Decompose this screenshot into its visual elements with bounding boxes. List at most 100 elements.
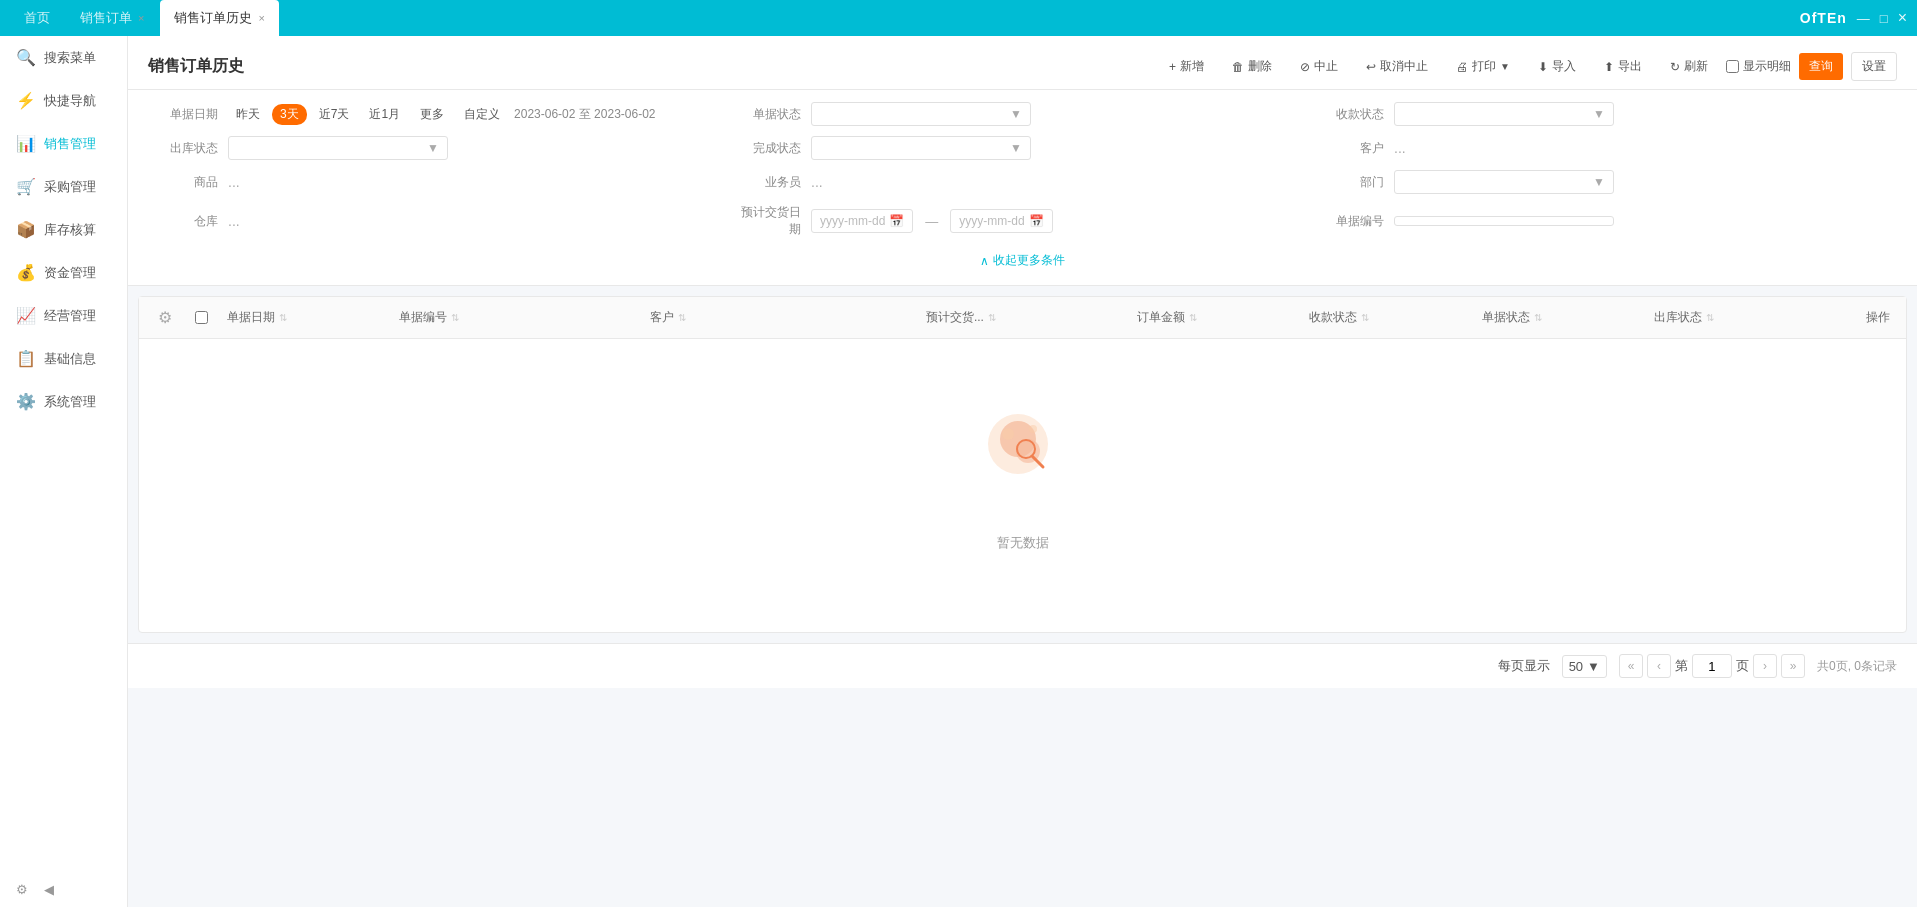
th-delivery[interactable]: 预计交货... ⇅ (918, 309, 1129, 326)
close-btn[interactable]: × (1898, 9, 1907, 27)
last-page-btn[interactable]: » (1781, 654, 1805, 678)
add-button[interactable]: + 新增 (1159, 53, 1214, 80)
complete-status-select[interactable]: ▼ (811, 136, 1031, 160)
delete-button[interactable]: 🗑 删除 (1222, 53, 1282, 80)
print-button[interactable]: 🖨 打印 ▼ (1446, 53, 1520, 80)
filter-row-3: 商品 ... 业务员 ... 部门 ▼ (148, 170, 1897, 194)
doc-status-select[interactable]: ▼ (811, 102, 1031, 126)
stop-icon: ⊘ (1300, 60, 1310, 74)
tab-sales-order[interactable]: 销售订单 × (66, 0, 158, 36)
filter-row-1: 单据日期 昨天 3天 近7天 近1月 更多 自定义 2023-06-02 至 2… (148, 102, 1897, 126)
sidebar-item-purchase-mgmt[interactable]: 🛒 采购管理 (0, 165, 127, 208)
refresh-label: 刷新 (1684, 58, 1708, 75)
sidebar-item-sales-mgmt[interactable]: 📊 销售管理 (0, 122, 127, 165)
stop-button[interactable]: ⊘ 中止 (1290, 53, 1348, 80)
doc-number-input[interactable] (1394, 216, 1614, 226)
delivery-date-to-value: yyyy-mm-dd (959, 214, 1024, 228)
th-delivery-label: 预计交货... (926, 309, 984, 326)
sidebar-item-system-mgmt[interactable]: ⚙️ 系统管理 (0, 380, 127, 423)
filter-area: 单据日期 昨天 3天 近7天 近1月 更多 自定义 2023-06-02 至 2… (128, 90, 1917, 286)
purchase-mgmt-icon: 🛒 (16, 177, 36, 196)
th-stock[interactable]: 出库状态 ⇅ (1646, 309, 1818, 326)
th-date-label: 单据日期 (227, 309, 275, 326)
tab-sales-order-history[interactable]: 销售订单历史 × (160, 0, 278, 36)
prev-page-btn[interactable]: ‹ (1647, 654, 1671, 678)
customer-label: 客户 (1314, 140, 1394, 157)
date-tab-today[interactable]: 昨天 (228, 104, 268, 125)
sidebar-item-search-menu[interactable]: 🔍 搜索菜单 (0, 36, 127, 79)
empty-illustration (973, 399, 1073, 518)
topbar-right: OfTEn — □ × (1790, 9, 1907, 27)
payment-status-label: 收款状态 (1314, 106, 1394, 123)
complete-status-filter: ▼ (811, 136, 1314, 160)
th-amount[interactable]: 订单金额 ⇅ (1129, 309, 1301, 326)
minimize-btn[interactable]: — (1857, 11, 1870, 26)
sidebar-settings-icon[interactable]: ⚙ (16, 882, 28, 897)
print-chevron-icon: ▼ (1500, 61, 1510, 72)
first-page-btn[interactable]: « (1619, 654, 1643, 678)
cancel-stop-label: 取消中止 (1380, 58, 1428, 75)
date-tab-3days[interactable]: 3天 (272, 104, 307, 125)
date-tab-custom[interactable]: 自定义 (456, 104, 508, 125)
th-status-label: 单据状态 (1482, 309, 1530, 326)
collapse-more-btn[interactable]: ∧ 收起更多条件 (148, 248, 1897, 273)
next-page-btn[interactable]: › (1753, 654, 1777, 678)
display-detail-checkbox[interactable] (1726, 60, 1739, 73)
sidebar-item-system-mgmt-label: 系统管理 (44, 393, 96, 411)
cancel-stop-button[interactable]: ↩ 取消中止 (1356, 53, 1438, 80)
date-tab-1month[interactable]: 近1月 (361, 104, 408, 125)
select-all-checkbox[interactable] (195, 311, 208, 324)
search-menu-icon: 🔍 (16, 48, 36, 67)
salesperson-input[interactable]: ... (811, 174, 823, 190)
close-sales-order-history-tab[interactable]: × (258, 12, 264, 24)
department-filter: ▼ (1394, 170, 1897, 194)
th-date[interactable]: 单据日期 ⇅ (219, 309, 391, 326)
th-checkbox[interactable] (183, 311, 219, 324)
page-input[interactable] (1692, 654, 1732, 678)
delivery-date-from-input[interactable]: yyyy-mm-dd 📅 (811, 209, 913, 233)
tab-bar: 首页 销售订单 × 销售订单历史 × (10, 0, 1790, 36)
th-payment[interactable]: 收款状态 ⇅ (1301, 309, 1473, 326)
refresh-button[interactable]: ↻ 刷新 (1660, 53, 1718, 80)
sidebar-collapse-icon[interactable]: ◀ (44, 882, 54, 897)
warehouse-input[interactable]: ... (228, 213, 240, 229)
th-status[interactable]: 单据状态 ⇅ (1474, 309, 1646, 326)
product-input[interactable]: ... (228, 174, 240, 190)
sidebar-item-quick-nav[interactable]: ⚡ 快捷导航 (0, 79, 127, 122)
delivery-date-label: 预计交货日期 (731, 204, 811, 238)
settings-button[interactable]: 设置 (1851, 52, 1897, 81)
close-sales-order-tab[interactable]: × (138, 12, 144, 24)
query-button[interactable]: 查询 (1799, 53, 1843, 80)
total-info: 共0页, 0条记录 (1817, 658, 1897, 675)
payment-status-filter: ▼ (1394, 102, 1897, 126)
refresh-icon: ↻ (1670, 60, 1680, 74)
th-settings[interactable]: ⚙ (147, 308, 183, 327)
th-amount-label: 订单金额 (1137, 309, 1185, 326)
sidebar-item-purchase-mgmt-label: 采购管理 (44, 178, 96, 196)
department-select[interactable]: ▼ (1394, 170, 1614, 194)
th-docno[interactable]: 单据编号 ⇅ (391, 309, 641, 326)
export-button[interactable]: ⬆ 导出 (1594, 53, 1652, 80)
payment-status-select[interactable]: ▼ (1394, 102, 1614, 126)
delivery-date-to-input[interactable]: yyyy-mm-dd 📅 (950, 209, 1052, 233)
maximize-btn[interactable]: □ (1880, 11, 1888, 26)
sidebar-item-base-info[interactable]: 📋 基础信息 (0, 337, 127, 380)
page-size-select[interactable]: 50 ▼ (1562, 655, 1607, 678)
stock-out-status-select[interactable]: ▼ (228, 136, 448, 160)
sidebar-item-capital-mgmt[interactable]: 💰 资金管理 (0, 251, 127, 294)
doc-status-label: 单据状态 (731, 106, 811, 123)
import-icon: ⬇ (1538, 60, 1548, 74)
sidebar-item-sales-mgmt-label: 销售管理 (44, 135, 96, 153)
complete-status-chevron-icon: ▼ (1010, 141, 1022, 155)
customer-input[interactable]: ... (1394, 140, 1406, 156)
th-customer[interactable]: 客户 ⇅ (642, 309, 918, 326)
date-tab-7days[interactable]: 近7天 (311, 104, 358, 125)
date-tab-more[interactable]: 更多 (412, 104, 452, 125)
sort-customer-icon: ⇅ (678, 312, 686, 323)
sidebar-item-business-mgmt[interactable]: 📈 经营管理 (0, 294, 127, 337)
tab-home[interactable]: 首页 (10, 0, 64, 36)
sidebar-item-inventory-mgmt[interactable]: 📦 库存核算 (0, 208, 127, 251)
content-area: 销售订单历史 + 新增 🗑 删除 ⊘ 中止 ↩ 取消中止 (128, 36, 1917, 907)
import-button[interactable]: ⬇ 导入 (1528, 53, 1586, 80)
settings-gear-icon[interactable]: ⚙ (158, 308, 172, 327)
